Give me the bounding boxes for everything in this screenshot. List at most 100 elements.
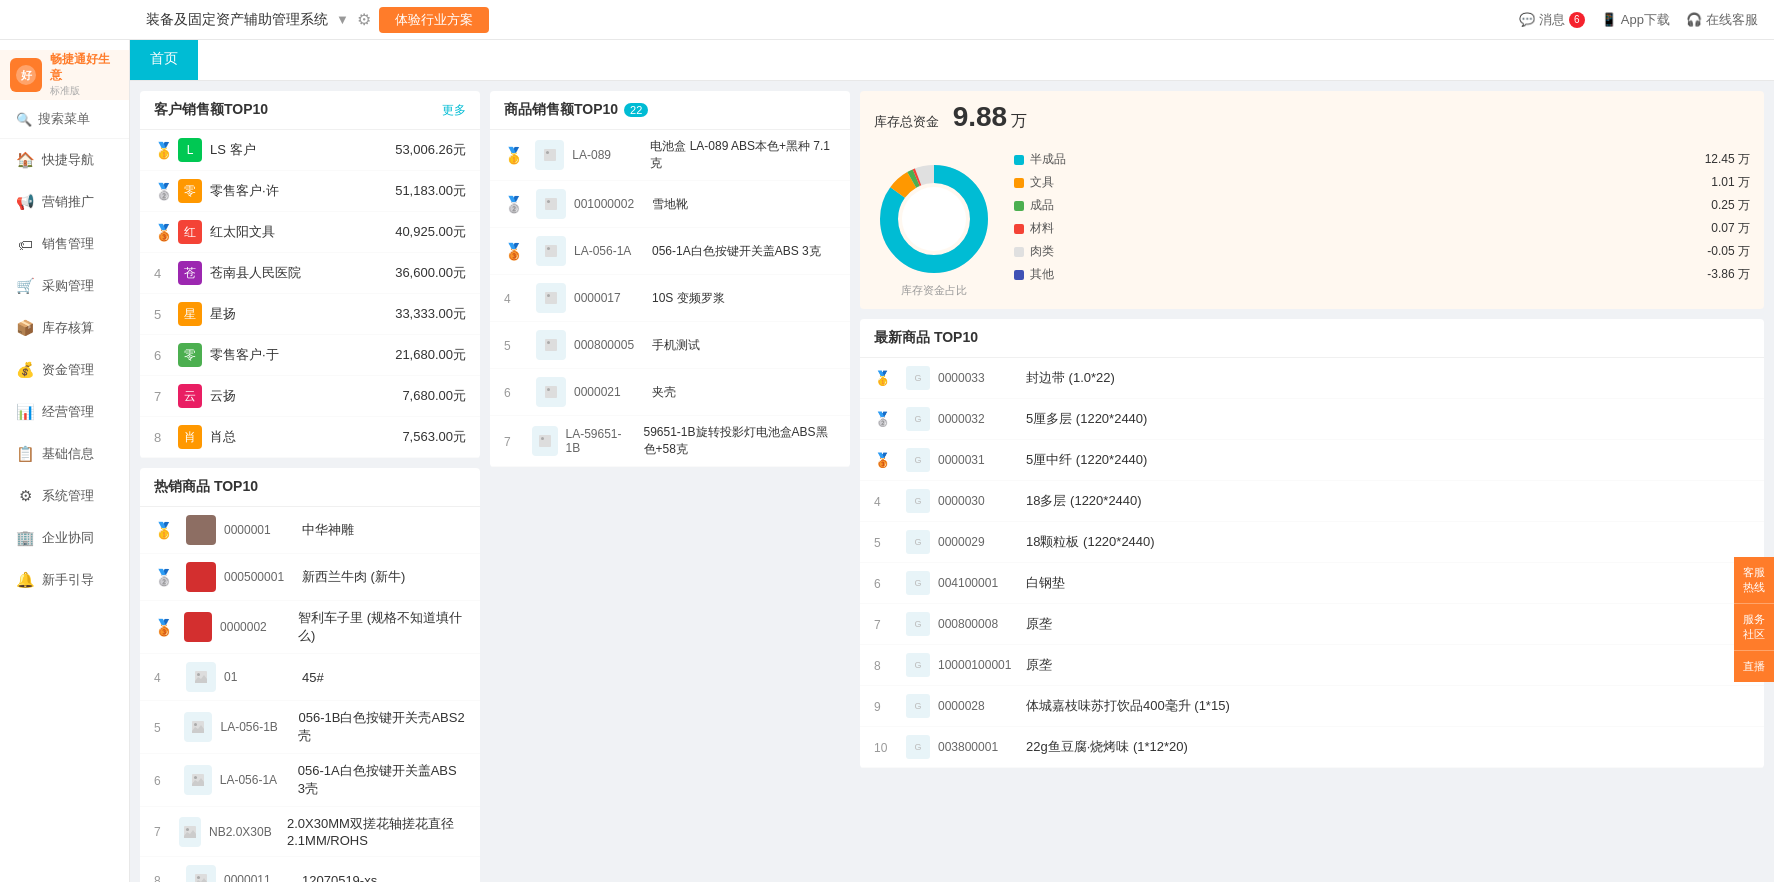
left-column: 客户销售额TOP10 更多 🥇 L LS 客户 53,006.26元 🥈 零 零…	[140, 91, 480, 882]
purchase-icon: 🛒	[16, 277, 34, 295]
product-code: 003800001	[938, 740, 1018, 754]
product-code: 0000028	[938, 699, 1018, 713]
rank-indicator: 5	[874, 535, 898, 550]
rank-indicator: 4	[154, 670, 178, 685]
customer-name: 红太阳文具	[210, 223, 395, 241]
product-name: 5厘多层 (1220*2440)	[1026, 410, 1147, 428]
sidebar-item-company[interactable]: 🏢企业协同	[0, 517, 129, 559]
customer-name: 云扬	[210, 387, 402, 405]
customer-row: 7 云 云扬 7,680.00元	[140, 376, 480, 417]
medal-icon: 🥉	[154, 224, 174, 241]
sales-product-row: 🥈 001000002 雪地靴	[490, 181, 850, 228]
rank-num: 4	[504, 292, 511, 306]
trial-button[interactable]: 体验行业方案	[379, 7, 489, 33]
customer-amount: 51,183.00元	[395, 182, 466, 200]
rank-indicator: 4	[874, 494, 898, 509]
product-code: 0000011	[224, 873, 294, 882]
sidebar-item-sales[interactable]: 🏷销售管理	[0, 223, 129, 265]
legend-color	[1014, 224, 1024, 234]
svg-text:好: 好	[20, 69, 33, 81]
rank-indicator: 5	[154, 720, 176, 735]
customer-avatar: 红	[178, 220, 202, 244]
sidebar-item-system[interactable]: ⚙系统管理	[0, 475, 129, 517]
product-thumbnail	[186, 515, 216, 545]
product-code: LA-056-1B	[220, 720, 290, 734]
sidebar-item-guide[interactable]: 🔔新手引导	[0, 559, 129, 601]
app-download-btn[interactable]: 📱 App下载	[1601, 11, 1670, 29]
message-btn[interactable]: 💬 消息 6	[1519, 11, 1585, 29]
rank-num: 7	[154, 825, 161, 839]
svg-rect-20	[545, 292, 557, 304]
product-name: 原垄	[1026, 615, 1052, 633]
sidebar-label-company: 企业协同	[42, 529, 94, 547]
sidebar-item-operation[interactable]: 📊经营管理	[0, 391, 129, 433]
product-thumbnail: G	[906, 571, 930, 595]
product-code: 0000029	[938, 535, 1018, 549]
product-thumbnail: G	[906, 448, 930, 472]
customer-name: 零售客户·于	[210, 346, 395, 364]
legend-name: 材料	[1030, 220, 1690, 237]
system-dropdown-icon[interactable]: ▼	[336, 12, 349, 27]
medal-icon: 🥈	[154, 569, 174, 586]
product-code: 10000100001	[938, 658, 1018, 672]
svg-point-3	[197, 673, 200, 676]
floating-btn[interactable]: 服务社区	[1734, 604, 1774, 651]
product-code: 000500001	[224, 570, 294, 584]
svg-rect-14	[544, 149, 556, 161]
hot-product-row: 5 LA-056-1B 056-1B白色按键开关壳ABS2壳	[140, 701, 480, 754]
sidebar-item-quick-nav[interactable]: 🏠快捷导航	[0, 139, 129, 181]
legend-value: -3.86 万	[1690, 266, 1750, 283]
svg-rect-26	[539, 435, 551, 447]
sidebar-item-marketing[interactable]: 📢营销推广	[0, 181, 129, 223]
product-name: 10S 变频罗浆	[652, 290, 725, 307]
sidebar-item-inventory[interactable]: 📦库存核算	[0, 307, 129, 349]
rank-indicator: 🥉	[504, 242, 528, 261]
product-name: 056-1A白色按键开关盖ABS 3壳	[298, 762, 466, 798]
product-thumbnail	[186, 562, 216, 592]
customer-avatar: 苍	[178, 261, 202, 285]
rank-indicator: 6	[154, 348, 178, 363]
sidebar-search[interactable]: 🔍 搜索菜单	[0, 100, 129, 139]
rank-indicator: 🥇	[154, 141, 178, 160]
sidebar-item-purchase[interactable]: 🛒采购管理	[0, 265, 129, 307]
product-name: 056-1A白色按键开关盖ABS 3克	[652, 243, 821, 260]
customer-ranking-panel: 客户销售额TOP10 更多 🥇 L LS 客户 53,006.26元 🥈 零 零…	[140, 91, 480, 458]
customer-name: LS 客户	[210, 141, 395, 159]
customer-amount: 21,680.00元	[395, 346, 466, 364]
customer-avatar: 云	[178, 384, 202, 408]
product-sales-panel: 商品销售额TOP10 22 🥇 LA-089 电池盒 LA-089 ABS本色+…	[490, 91, 850, 467]
legend-color	[1014, 247, 1024, 257]
customer-ranking-more[interactable]: 更多	[442, 102, 466, 119]
product-thumbnail	[184, 765, 212, 795]
online-service-btn[interactable]: 🎧 在线客服	[1686, 11, 1758, 29]
sidebar-item-finance[interactable]: 💰资金管理	[0, 349, 129, 391]
sidebar: 好 畅捷通好生意 标准版 🔍 搜索菜单 🏠快捷导航📢营销推广🏷销售管理🛒采购管理…	[0, 0, 130, 882]
product-code: 01	[224, 670, 294, 684]
product-code: 004100001	[938, 576, 1018, 590]
svg-text:G: G	[914, 578, 921, 588]
sidebar-item-base[interactable]: 📋基础信息	[0, 433, 129, 475]
floating-btn[interactable]: 客服热线	[1734, 557, 1774, 604]
product-name: 2.0X30MM双搓花轴搓花直径2.1MM/ROHS	[287, 815, 466, 848]
sales-product-row: 4 0000017 10S 变频罗浆	[490, 275, 850, 322]
rank-num: 6	[874, 577, 881, 591]
tab-home[interactable]: 首页	[130, 40, 198, 80]
medal-icon: 🥉	[504, 243, 524, 260]
sales-product-row: 6 0000021 夹壳	[490, 369, 850, 416]
svg-point-19	[547, 247, 550, 250]
product-thumbnail	[184, 612, 212, 642]
rank-num: 6	[154, 774, 161, 788]
floating-btn[interactable]: 直播	[1734, 651, 1774, 682]
rank-indicator: 🥈	[874, 411, 898, 427]
hot-product-row: 7 NB2.0X30B 2.0X30MM双搓花轴搓花直径2.1MM/ROHS	[140, 807, 480, 857]
customer-amount: 36,600.00元	[395, 264, 466, 282]
latest-product-row: 7 G 000800008 原垄	[860, 604, 1764, 645]
product-thumbnail	[536, 236, 566, 266]
rank-indicator: 5	[504, 338, 528, 353]
system-gear-icon[interactable]: ⚙	[357, 10, 371, 29]
customer-name: 零售客户·许	[210, 182, 395, 200]
legend-name: 肉类	[1030, 243, 1690, 260]
product-thumbnail: G	[906, 530, 930, 554]
svg-text:G: G	[914, 742, 921, 752]
system-name: 装备及固定资产辅助管理系统	[146, 11, 328, 29]
